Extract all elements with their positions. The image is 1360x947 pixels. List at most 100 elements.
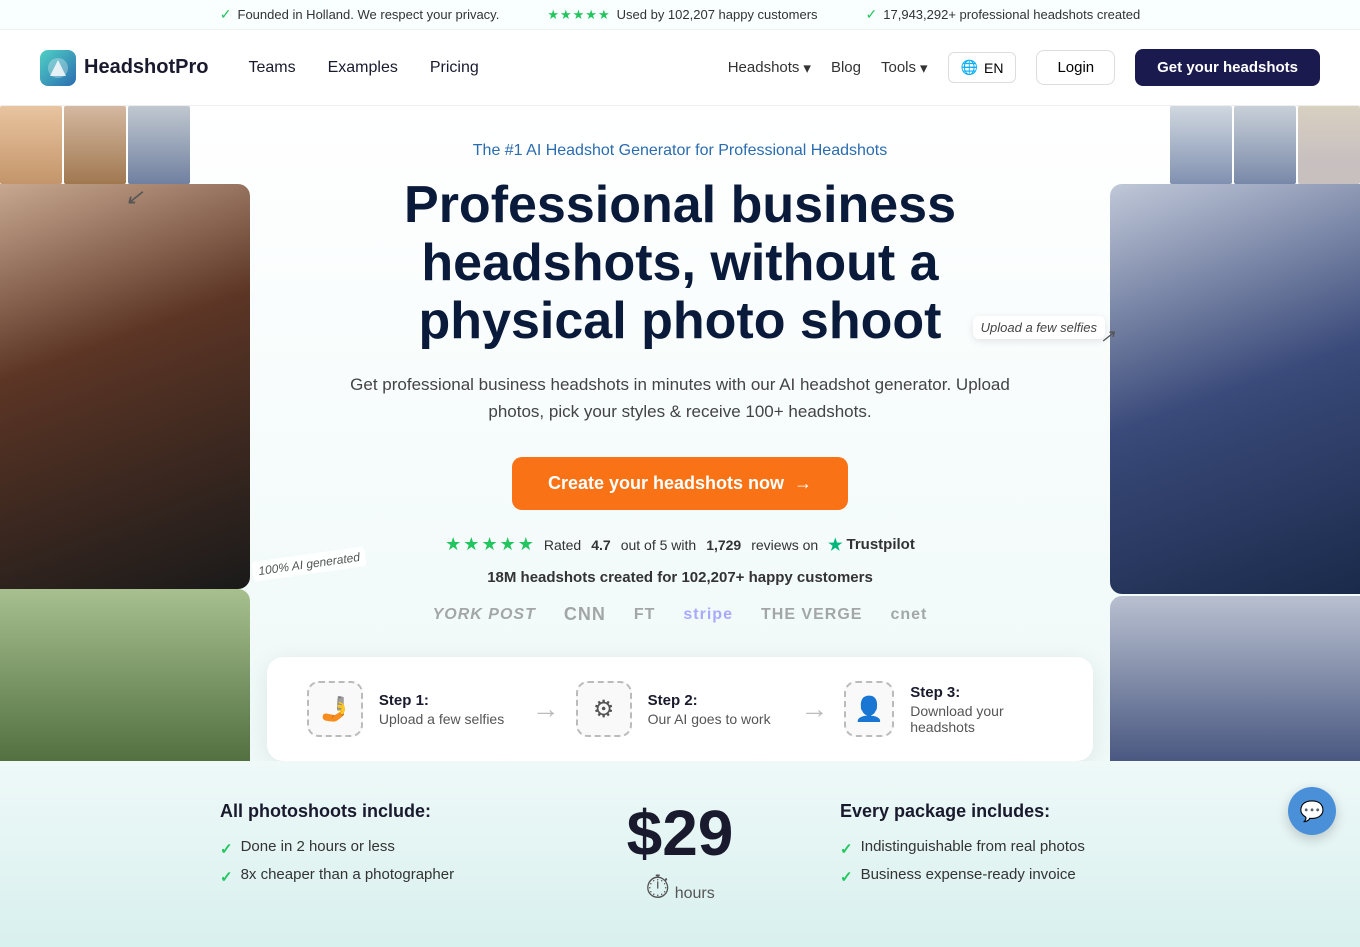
- check-icon-3: ✓: [866, 6, 878, 23]
- hero-title: Professional business headshots, without…: [325, 176, 1035, 351]
- login-button[interactable]: Login: [1036, 50, 1115, 85]
- lang-label: EN: [984, 60, 1003, 76]
- check-icon-b1: ✓: [220, 840, 233, 858]
- rating-count: 1,729: [706, 537, 741, 553]
- check-icon-b4: ✓: [840, 868, 853, 886]
- nav-link-examples[interactable]: Examples: [328, 59, 398, 77]
- press-logo-0: YORK POST: [433, 606, 536, 624]
- get-headshots-button[interactable]: Get your headshots: [1135, 49, 1320, 86]
- arrow-right-icon: →: [794, 473, 812, 494]
- topbar-text-2: Used by 102,207 happy customers: [617, 7, 818, 22]
- hero-cta-button[interactable]: Create your headshots now →: [512, 457, 848, 510]
- trustpilot-star: ★: [828, 535, 842, 555]
- big-photo-left-bottom: [0, 589, 250, 761]
- steps-section: 🤳 Step 1: Upload a few selfies → ⚙ Step …: [267, 657, 1093, 761]
- logo-link[interactable]: HeadshotPro: [40, 50, 208, 86]
- thumb-male-3: [1298, 106, 1360, 184]
- star-half: ★: [518, 534, 534, 555]
- press-logo-2: FT: [634, 606, 656, 624]
- step-3-text: Step 3: Download your headshots: [910, 684, 1053, 735]
- step-2-num: Step 2:: [648, 692, 771, 709]
- check-icon-1: ✓: [220, 6, 232, 23]
- step-3-desc: Download your headshots: [910, 703, 1053, 735]
- star-4: ★: [500, 534, 516, 555]
- hero-section: ↙ Upload a few selfies ↗ 100% AI generat…: [0, 106, 1360, 761]
- star-rating-topbar: ★★★★★: [547, 7, 610, 23]
- bottom-col-1-title: All photoshoots include:: [220, 801, 520, 822]
- logo-text: HeadshotPro: [84, 56, 208, 79]
- nav-link-tools[interactable]: Tools ▾: [881, 59, 928, 77]
- thumbnail-row-left: [0, 106, 190, 184]
- star-row: ★ ★ ★ ★ ★: [445, 534, 534, 555]
- bottom-item-4: ✓ Business expense-ready invoice: [840, 866, 1140, 886]
- check-icon-b3: ✓: [840, 840, 853, 858]
- left-side-images: [0, 106, 250, 596]
- press-logo-3: stripe: [683, 606, 733, 624]
- headshots-text2: happy customers: [749, 569, 873, 586]
- press-logo-5: cnet: [890, 606, 927, 624]
- thumb-male-1: [1170, 106, 1232, 184]
- headshots-row: 18M headshots created for 102,207+ happy…: [325, 569, 1035, 586]
- bottom-section: All photoshoots include: ✓ Done in 2 hou…: [0, 761, 1360, 947]
- check-icon-b2: ✓: [220, 868, 233, 886]
- bottom-item-4-text: Business expense-ready invoice: [861, 866, 1076, 883]
- star-2: ★: [463, 534, 479, 555]
- topbar-item-1: ✓ Founded in Holland. We respect your pr…: [220, 6, 500, 23]
- nav-link-pricing[interactable]: Pricing: [430, 59, 479, 77]
- nav-right: Headshots ▾ Blog Tools ▾ 🌐 EN Login Get …: [728, 49, 1320, 86]
- thumb-female-1: [0, 106, 62, 184]
- top-bar: ✓ Founded in Holland. We respect your pr…: [0, 0, 1360, 30]
- price-column: $29 ⏱ hours: [580, 801, 780, 907]
- trustpilot-logo: ★ Trustpilot: [828, 535, 915, 555]
- press-logo-1: CNN: [564, 604, 606, 625]
- bottom-col-2-title: Every package includes:: [840, 801, 1140, 822]
- headshots-customers: 102,207+: [681, 569, 744, 586]
- price-label: ⏱ hours: [580, 869, 780, 907]
- annotation-upload: Upload a few selfies ↗: [973, 316, 1105, 339]
- bottom-col-1: All photoshoots include: ✓ Done in 2 hou…: [220, 801, 520, 894]
- chevron-down-icon: ▾: [803, 59, 811, 77]
- nav-link-teams[interactable]: Teams: [248, 59, 295, 77]
- step-2-text: Step 2: Our AI goes to work: [648, 692, 771, 727]
- step-1-icon: 🤳: [307, 681, 363, 737]
- chevron-down-icon-tools: ▾: [920, 59, 928, 77]
- step-1-desc: Upload a few selfies: [379, 711, 504, 727]
- rating-text-mid: out of 5 with: [621, 537, 697, 553]
- rating-text-end: reviews on: [751, 537, 818, 553]
- step-2-desc: Our AI goes to work: [648, 711, 771, 727]
- nav-link-blog[interactable]: Blog: [831, 59, 861, 76]
- hero-description: Get professional business headshots in m…: [325, 371, 1035, 425]
- bottom-item-3-text: Indistinguishable from real photos: [861, 838, 1085, 855]
- person-icon: 👤: [854, 695, 884, 724]
- topbar-item-3: ✓ 17,943,292+ professional headshots cre…: [866, 6, 1141, 23]
- topbar-text-3: 17,943,292+ professional headshots creat…: [883, 7, 1140, 22]
- big-photo-right-top: [1110, 184, 1360, 594]
- rating-row: ★ ★ ★ ★ ★ Rated 4.7 out of 5 with 1,729 …: [325, 534, 1035, 555]
- nav-link-headshots[interactable]: Headshots ▾: [728, 59, 811, 77]
- price-value: $29: [580, 801, 780, 865]
- step-1-num: Step 1:: [379, 692, 504, 709]
- hero-content: The #1 AI Headshot Generator for Profess…: [305, 106, 1055, 625]
- language-button[interactable]: 🌐 EN: [948, 52, 1017, 83]
- navbar: HeadshotPro Teams Examples Pricing Heads…: [0, 30, 1360, 106]
- step-2-icon: ⚙: [576, 681, 632, 737]
- press-logos-row: YORK POST CNN FT stripe THE VERGE cnet: [325, 604, 1035, 625]
- big-photo-left-top: [0, 184, 250, 589]
- step-3-icon: 👤: [844, 681, 894, 737]
- globe-icon: 🌐: [961, 59, 978, 76]
- step-arrow-2: →: [800, 693, 828, 725]
- bottom-item-2-text: 8x cheaper than a photographer: [241, 866, 455, 883]
- headshots-count: 18M: [487, 569, 516, 586]
- thumb-male-2: [1234, 106, 1296, 184]
- right-side-images: [1110, 106, 1360, 596]
- bottom-item-3: ✓ Indistinguishable from real photos: [840, 838, 1140, 858]
- bottom-item-1-text: Done in 2 hours or less: [241, 838, 395, 855]
- selfie-icon: 🤳: [320, 695, 350, 724]
- hero-cta-label: Create your headshots now: [548, 473, 784, 494]
- step-3-num: Step 3:: [910, 684, 1053, 701]
- chat-bubble[interactable]: 💬: [1288, 787, 1336, 835]
- step-1-text: Step 1: Upload a few selfies: [379, 692, 504, 727]
- step-1: 🤳 Step 1: Upload a few selfies: [307, 681, 516, 737]
- step-2: ⚙ Step 2: Our AI goes to work: [576, 681, 785, 737]
- bottom-item-2: ✓ 8x cheaper than a photographer: [220, 866, 520, 886]
